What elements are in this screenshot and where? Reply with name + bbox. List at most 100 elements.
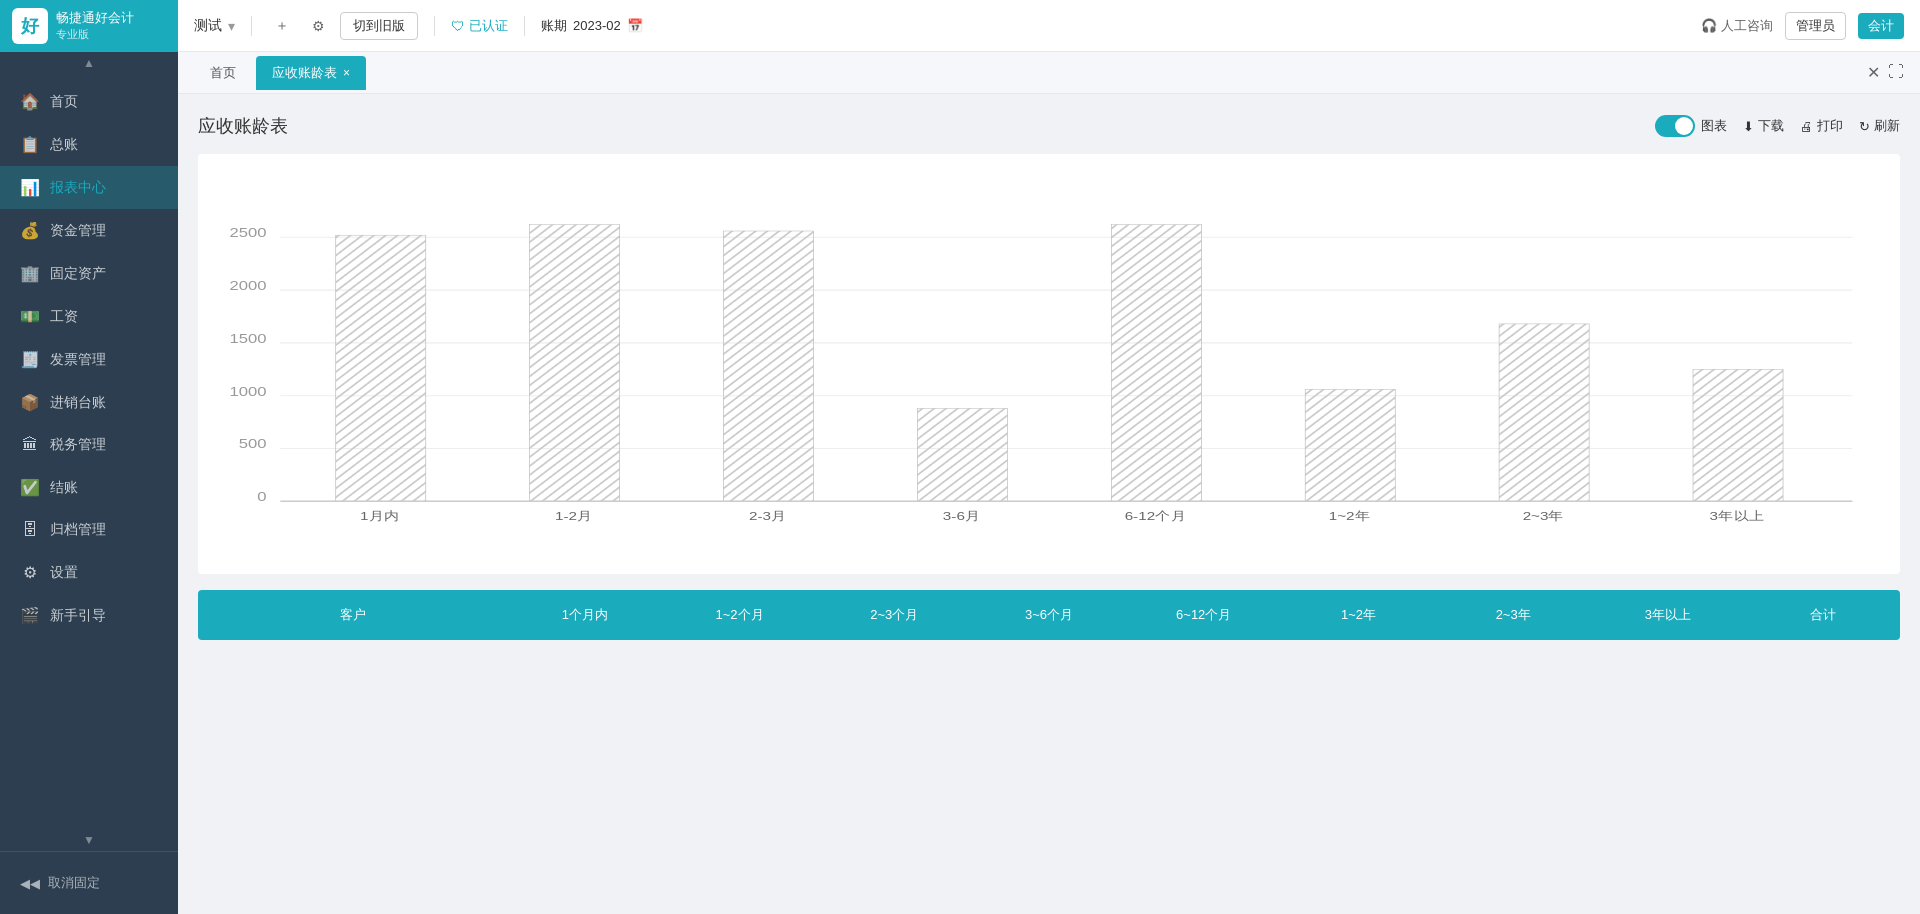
svg-text:2~3年: 2~3年 [1523,510,1565,523]
sidebar-item-settings[interactable]: ⚙ 设置 [0,551,178,594]
archive-icon: 🗄 [20,521,40,539]
svg-rect-15 [530,225,620,502]
logo-icon: 好 [12,8,48,44]
down-arrow-icon: ▼ [83,833,95,847]
certified-text: 已认证 [469,17,508,35]
svg-text:6-12个月: 6-12个月 [1125,510,1187,523]
role-button[interactable]: 会计 [1858,13,1904,39]
funds-icon: 💰 [20,221,40,240]
calendar-icon[interactable]: 📅 [627,18,643,33]
sidebar-item-ledger[interactable]: 📋 总账 [0,123,178,166]
chart-toggle-label: 图表 [1701,117,1727,135]
close-window-icon[interactable]: ✕ [1867,63,1880,82]
logo-text-wrap: 畅捷通好会计 专业版 [56,10,134,42]
sidebar-item-settlement[interactable]: ✅ 结账 [0,466,178,509]
svg-text:1月内: 1月内 [360,510,400,523]
tab-close-icon[interactable]: × [343,66,350,80]
svg-text:3-6月: 3-6月 [943,510,981,523]
sidebar-item-funds[interactable]: 💰 资金管理 [0,209,178,252]
home-icon: 🏠 [20,92,40,111]
sidebar-label-purchase-sale: 进销台账 [50,394,106,412]
refresh-button[interactable]: ↻ 刷新 [1859,117,1900,135]
tabbar: 首页 应收账龄表 × ✕ ⛶ [178,52,1920,94]
chart-toggle[interactable] [1655,115,1695,137]
table-header: 客户 1个月内 1~2个月 2~3个月 3~6个月 6~12个月 1~2年 2~… [198,590,1900,640]
support-button[interactable]: 🎧 人工咨询 [1701,17,1773,35]
sidebar-label-home: 首页 [50,93,78,111]
download-icon: ⬇ [1743,119,1754,134]
download-label: 下载 [1758,117,1784,135]
sidebar-label-reports: 报表中心 [50,179,106,197]
tax-icon: 🏛 [20,436,40,454]
print-icon: 🖨 [1800,119,1813,134]
col-header-1m: 1个月内 [507,590,662,640]
sidebar-label-ledger: 总账 [50,136,78,154]
tab-home[interactable]: 首页 [194,56,252,90]
sidebar-item-assets[interactable]: 🏢 固定资产 [0,252,178,295]
svg-rect-13 [336,235,426,501]
svg-rect-21 [1111,225,1201,502]
col-header-2-3y: 2~3年 [1436,590,1591,640]
sidebar-item-reports[interactable]: 📊 报表中心 [0,166,178,209]
scroll-down[interactable]: ▼ [0,829,178,851]
svg-text:2000: 2000 [230,279,267,293]
topbar-right: 🎧 人工咨询 管理员 会计 [1701,12,1904,40]
project-selector[interactable]: 测试 ▾ [194,17,235,35]
divider-2 [434,16,435,36]
svg-text:1~2年: 1~2年 [1329,510,1371,523]
download-button[interactable]: ⬇ 下载 [1743,117,1784,135]
app-edition: 专业版 [56,27,134,42]
col-header-6-12m: 6~12个月 [1126,590,1281,640]
col-header-2-3m: 2~3个月 [817,590,972,640]
logo-area: 好 畅捷通好会计 专业版 [0,0,178,52]
page-container: 应收账龄表 图表 ⬇ 下载 🖨 打印 ↻ [178,94,1920,660]
svg-text:1-2月: 1-2月 [555,510,593,523]
tab-receivable-aging[interactable]: 应收账龄表 × [256,56,366,90]
topbar: 测试 ▾ ＋ ⚙ 切到旧版 🛡 已认证 账期 2023-02 📅 🎧 人工咨询 … [178,0,1920,52]
svg-text:3年以上: 3年以上 [1709,510,1765,523]
scroll-up[interactable]: ▲ [0,52,178,74]
expand-icon[interactable]: ⛶ [1888,63,1904,82]
col-header-customer: 客户 [198,590,507,640]
sidebar: 好 畅捷通好会计 专业版 ▲ 🏠 首页 📋 总账 📊 报表中心 💰 资金管理 🏢… [0,0,178,914]
switch-version-button[interactable]: 切到旧版 [340,12,418,40]
bar-chart: 0 500 1000 1500 2000 2500 [218,174,1880,554]
topbar-actions: ＋ ⚙ 切到旧版 [268,12,418,40]
payroll-icon: 💵 [20,307,40,326]
add-button[interactable]: ＋ [268,12,296,40]
col-header-3-6m: 3~6个月 [972,590,1127,640]
invoice-icon: 🧾 [20,350,40,369]
svg-text:2-3月: 2-3月 [749,510,787,523]
unpin-button[interactable]: ◀◀ 取消固定 [0,864,178,902]
svg-text:1000: 1000 [230,385,267,399]
sidebar-item-guide[interactable]: 🎬 新手引导 [0,594,178,637]
user-button[interactable]: 管理员 [1785,12,1846,40]
print-label: 打印 [1817,117,1843,135]
print-button[interactable]: 🖨 打印 [1800,117,1843,135]
sidebar-label-settings: 设置 [50,564,78,582]
sidebar-label-guide: 新手引导 [50,607,106,625]
sidebar-item-archive[interactable]: 🗄 归档管理 [0,509,178,551]
sidebar-item-payroll[interactable]: 💵 工资 [0,295,178,338]
sidebar-item-tax[interactable]: 🏛 税务管理 [0,424,178,466]
support-label: 人工咨询 [1721,17,1773,35]
sidebar-nav: 🏠 首页 📋 总账 📊 报表中心 💰 资金管理 🏢 固定资产 💵 工资 🧾 发票… [0,74,178,829]
sidebar-item-purchase-sale[interactable]: 📦 进销台账 [0,381,178,424]
col-header-3y-plus: 3年以上 [1591,590,1746,640]
svg-rect-23 [1305,389,1395,501]
sidebar-label-assets: 固定资产 [50,265,106,283]
sidebar-label-funds: 资金管理 [50,222,106,240]
divider-1 [251,16,252,36]
guide-icon: 🎬 [20,606,40,625]
chart-card: 0 500 1000 1500 2000 2500 [198,154,1900,574]
sidebar-label-settlement: 结账 [50,479,78,497]
svg-text:1500: 1500 [230,332,267,346]
chart-toggle-wrap: 图表 [1655,115,1727,137]
tabbar-right: ✕ ⛶ [1867,63,1904,82]
sidebar-item-home[interactable]: 🏠 首页 [0,80,178,123]
settings-gear-button[interactable]: ⚙ [304,12,332,40]
page-title: 应收账龄表 [198,114,288,138]
page-header: 应收账龄表 图表 ⬇ 下载 🖨 打印 ↻ [198,114,1900,138]
settlement-icon: ✅ [20,478,40,497]
sidebar-item-invoice[interactable]: 🧾 发票管理 [0,338,178,381]
